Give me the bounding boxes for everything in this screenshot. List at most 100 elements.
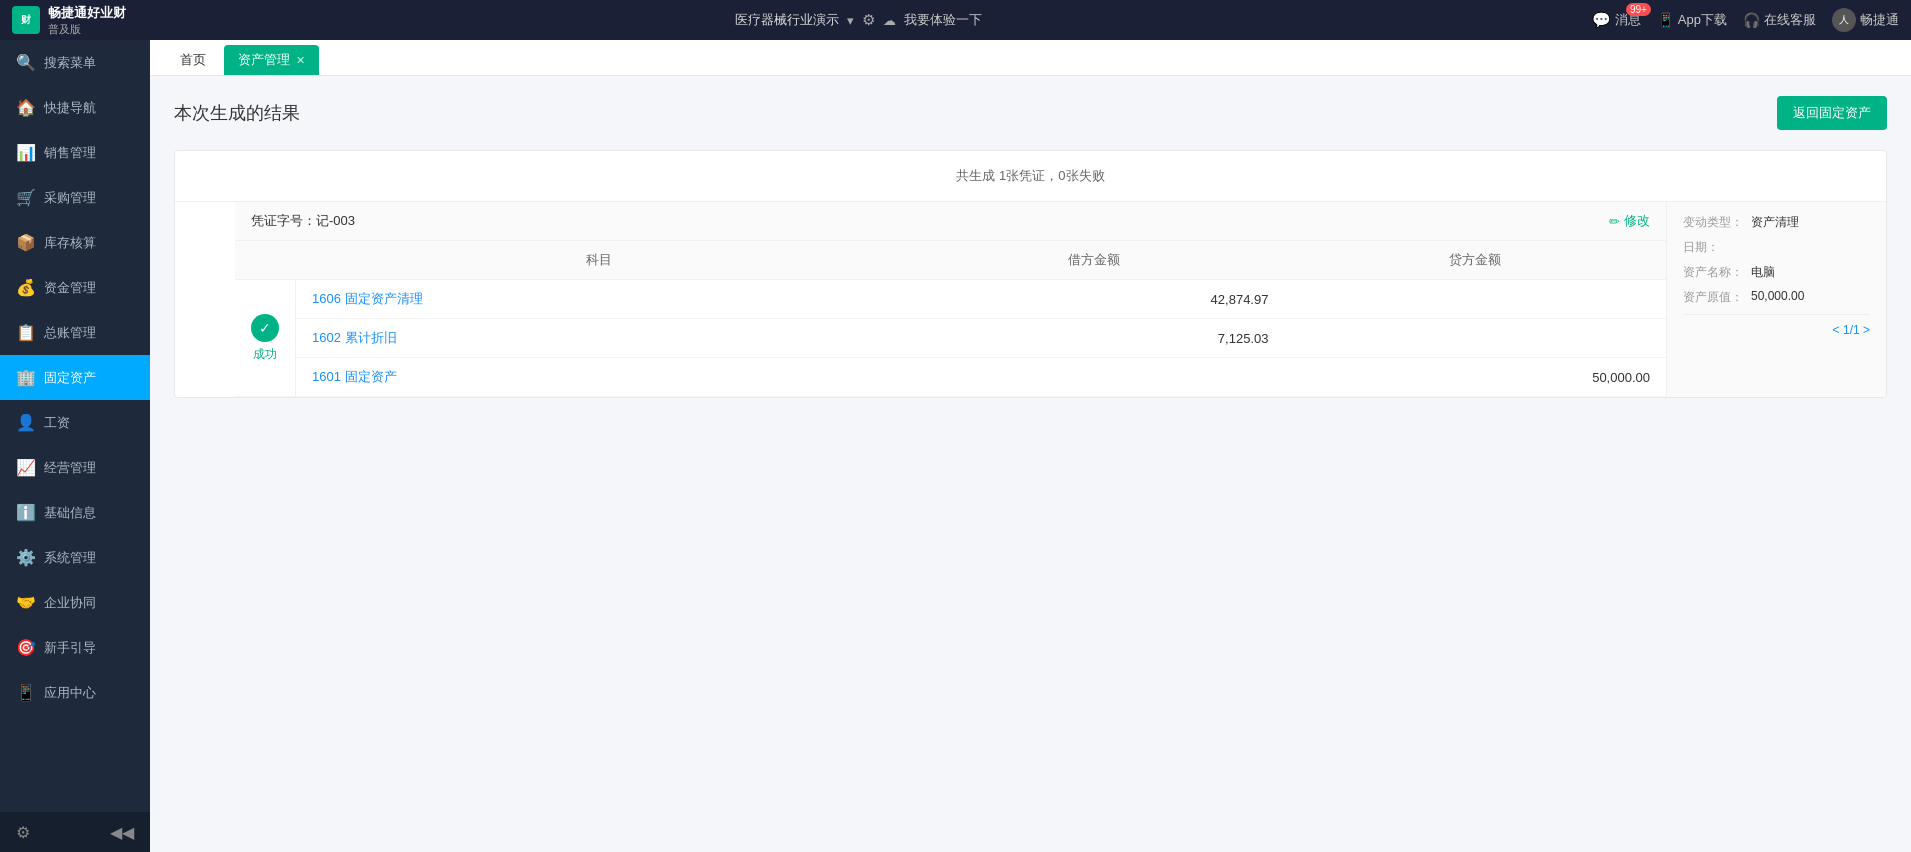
sidebar-item-purchase-label: 采购管理	[44, 189, 96, 207]
asset-value-label: 资产原值：	[1683, 289, 1743, 306]
page-header: 本次生成的结果 返回固定资产	[174, 96, 1887, 130]
table-row: ✓成功 1606 固定资产清理 42,874.97	[235, 280, 1666, 319]
sidebar-item-search[interactable]: 🔍 搜索菜单	[0, 40, 150, 85]
result-summary: 共生成 1张凭证，0张失败	[175, 151, 1886, 202]
pagination: < 1/1 >	[1683, 314, 1870, 337]
tab-close-icon[interactable]: ✕	[296, 54, 305, 67]
tab-bar: 首页 资产管理 ✕	[150, 40, 1911, 76]
col-status	[235, 241, 296, 280]
sales-icon: 📊	[16, 143, 34, 162]
subject-0[interactable]: 1606 固定资产清理	[296, 280, 903, 319]
app-download-label: App下载	[1678, 11, 1727, 29]
voucher-header: 凭证字号：记-003 ✏ 修改	[235, 202, 1666, 241]
sidebar-item-payroll[interactable]: 👤 工资	[0, 400, 150, 445]
settings-bottom-icon[interactable]: ⚙	[16, 823, 30, 842]
col-credit: 贷方金额	[1284, 241, 1666, 280]
user-name: 畅捷通	[1860, 11, 1899, 29]
debit-0: 42,874.97	[903, 280, 1285, 319]
message-icon: 💬	[1592, 11, 1611, 29]
logo-area: 财 畅捷通好业财 普及版	[12, 4, 126, 37]
sidebar-item-system[interactable]: ⚙️ 系统管理	[0, 535, 150, 580]
message-item[interactable]: 💬 消息 99+	[1592, 11, 1641, 29]
content-area: 首页 资产管理 ✕ 本次生成的结果 返回固定资产 共生成 1张凭证，0张失败	[150, 40, 1911, 852]
debit-2	[903, 358, 1285, 397]
operations-icon: 📈	[16, 458, 34, 477]
voucher-header-row: 凭证字号：记-003 ✏ 修改	[175, 202, 1666, 397]
user-item[interactable]: 人 畅捷通	[1832, 8, 1899, 32]
prev-page-icon[interactable]: <	[1833, 323, 1840, 337]
edit-icon: ✏	[1609, 214, 1620, 229]
side-change-type-row: 变动类型： 资产清理	[1683, 214, 1870, 231]
phone-icon: 📱	[1657, 12, 1674, 28]
voucher-main: 凭证字号：记-003 ✏ 修改	[175, 202, 1666, 397]
voucher-number: 凭证字号：记-003	[251, 212, 355, 230]
home-icon: 🏠	[16, 98, 34, 117]
credit-1	[1284, 319, 1666, 358]
sidebar-item-enterprise[interactable]: 🤝 企业协同	[0, 580, 150, 625]
tab-home[interactable]: 首页	[166, 45, 220, 75]
voucher-table: 科目 借方金额 贷方金额 ✓成功 1606 固定资产清理 42,8	[235, 241, 1666, 397]
inventory-icon: 📦	[16, 233, 34, 252]
sidebar: 🔍 搜索菜单 🏠 快捷导航 📊 销售管理 🛒 采购管理 📦 库存核算 💰	[0, 40, 150, 852]
sidebar-bottom: ⚙ ◀◀	[0, 812, 150, 852]
sidebar-item-enterprise-label: 企业协同	[44, 594, 96, 612]
online-service-label: 在线客服	[1764, 11, 1816, 29]
sidebar-item-purchase[interactable]: 🛒 采购管理	[0, 175, 150, 220]
top-header: 财 畅捷通好业财 普及版 医疗器械行业演示 ▾ ⚙ ☁ 我要体验一下 💬 消息 …	[0, 0, 1911, 40]
sidebar-item-sales[interactable]: 📊 销售管理	[0, 130, 150, 175]
sidebar-item-guide-label: 新手引导	[44, 639, 96, 657]
search-icon: 🔍	[16, 53, 34, 72]
headset-icon: 🎧	[1743, 12, 1760, 28]
sidebar-item-operations[interactable]: 📈 经营管理	[0, 445, 150, 490]
settings-icon[interactable]: ⚙	[862, 11, 875, 29]
sidebar-item-ledger[interactable]: 📋 总账管理	[0, 310, 150, 355]
sidebar-item-basic-info[interactable]: ℹ️ 基础信息	[0, 490, 150, 535]
sidebar-item-payroll-label: 工资	[44, 414, 70, 432]
funds-icon: 💰	[16, 278, 34, 297]
guide-icon: 🎯	[16, 638, 34, 657]
experience-label[interactable]: 我要体验一下	[904, 11, 982, 29]
tab-asset-mgmt-label: 资产管理	[238, 51, 290, 69]
sidebar-item-quicknav[interactable]: 🏠 快捷导航	[0, 85, 150, 130]
date-label: 日期：	[1683, 239, 1719, 256]
online-service-item[interactable]: 🎧 在线客服	[1743, 11, 1816, 29]
page-content: 本次生成的结果 返回固定资产 共生成 1张凭证，0张失败	[150, 76, 1911, 852]
sidebar-item-funds[interactable]: 💰 资金管理	[0, 265, 150, 310]
next-page-icon[interactable]: >	[1863, 323, 1870, 337]
message-badge: 99+	[1626, 3, 1651, 16]
table-row: 1602 累计折旧 7,125.03	[235, 319, 1666, 358]
return-button[interactable]: 返回固定资产	[1777, 96, 1887, 130]
chevron-down-icon[interactable]: ▾	[847, 13, 854, 28]
debit-1: 7,125.03	[903, 319, 1285, 358]
company-name: 医疗器械行业演示	[735, 11, 839, 29]
sidebar-scroll: 🔍 搜索菜单 🏠 快捷导航 📊 销售管理 🛒 采购管理 📦 库存核算 💰	[0, 40, 150, 812]
credit-2: 50,000.00	[1284, 358, 1666, 397]
side-asset-name-row: 资产名称： 电脑	[1683, 264, 1870, 281]
col-subject: 科目	[296, 241, 903, 280]
voucher-section: 凭证字号：记-003 ✏ 修改	[175, 202, 1886, 397]
fixed-assets-icon: 🏢	[16, 368, 34, 387]
sidebar-item-guide[interactable]: 🎯 新手引导	[0, 625, 150, 670]
collapse-icon[interactable]: ◀◀	[110, 823, 134, 842]
page-indicator: 1/1	[1843, 323, 1863, 337]
edit-button[interactable]: ✏ 修改	[1609, 212, 1650, 230]
sidebar-item-inventory-label: 库存核算	[44, 234, 96, 252]
subject-1[interactable]: 1602 累计折旧	[296, 319, 903, 358]
sidebar-item-ledger-label: 总账管理	[44, 324, 96, 342]
table-header-row: 科目 借方金额 贷方金额	[235, 241, 1666, 280]
ledger-icon: 📋	[16, 323, 34, 342]
sidebar-item-apps[interactable]: 📱 应用中心	[0, 670, 150, 715]
tab-asset-mgmt[interactable]: 资产管理 ✕	[224, 45, 319, 75]
page-title: 本次生成的结果	[174, 101, 300, 125]
sidebar-item-funds-label: 资金管理	[44, 279, 96, 297]
sidebar-item-inventory[interactable]: 📦 库存核算	[0, 220, 150, 265]
sidebar-item-fixed-assets[interactable]: 🏢 固定资产	[0, 355, 150, 400]
logo-edition: 普及版	[48, 22, 126, 37]
enterprise-icon: 🤝	[16, 593, 34, 612]
change-type-label: 变动类型：	[1683, 214, 1743, 231]
subject-2[interactable]: 1601 固定资产	[296, 358, 903, 397]
voucher-header-area: 凭证字号：记-003 ✏ 修改	[235, 202, 1666, 397]
app-download-item[interactable]: 📱 App下载	[1657, 11, 1727, 29]
sidebar-item-system-label: 系统管理	[44, 549, 96, 567]
cloud-icon: ☁	[883, 13, 896, 28]
